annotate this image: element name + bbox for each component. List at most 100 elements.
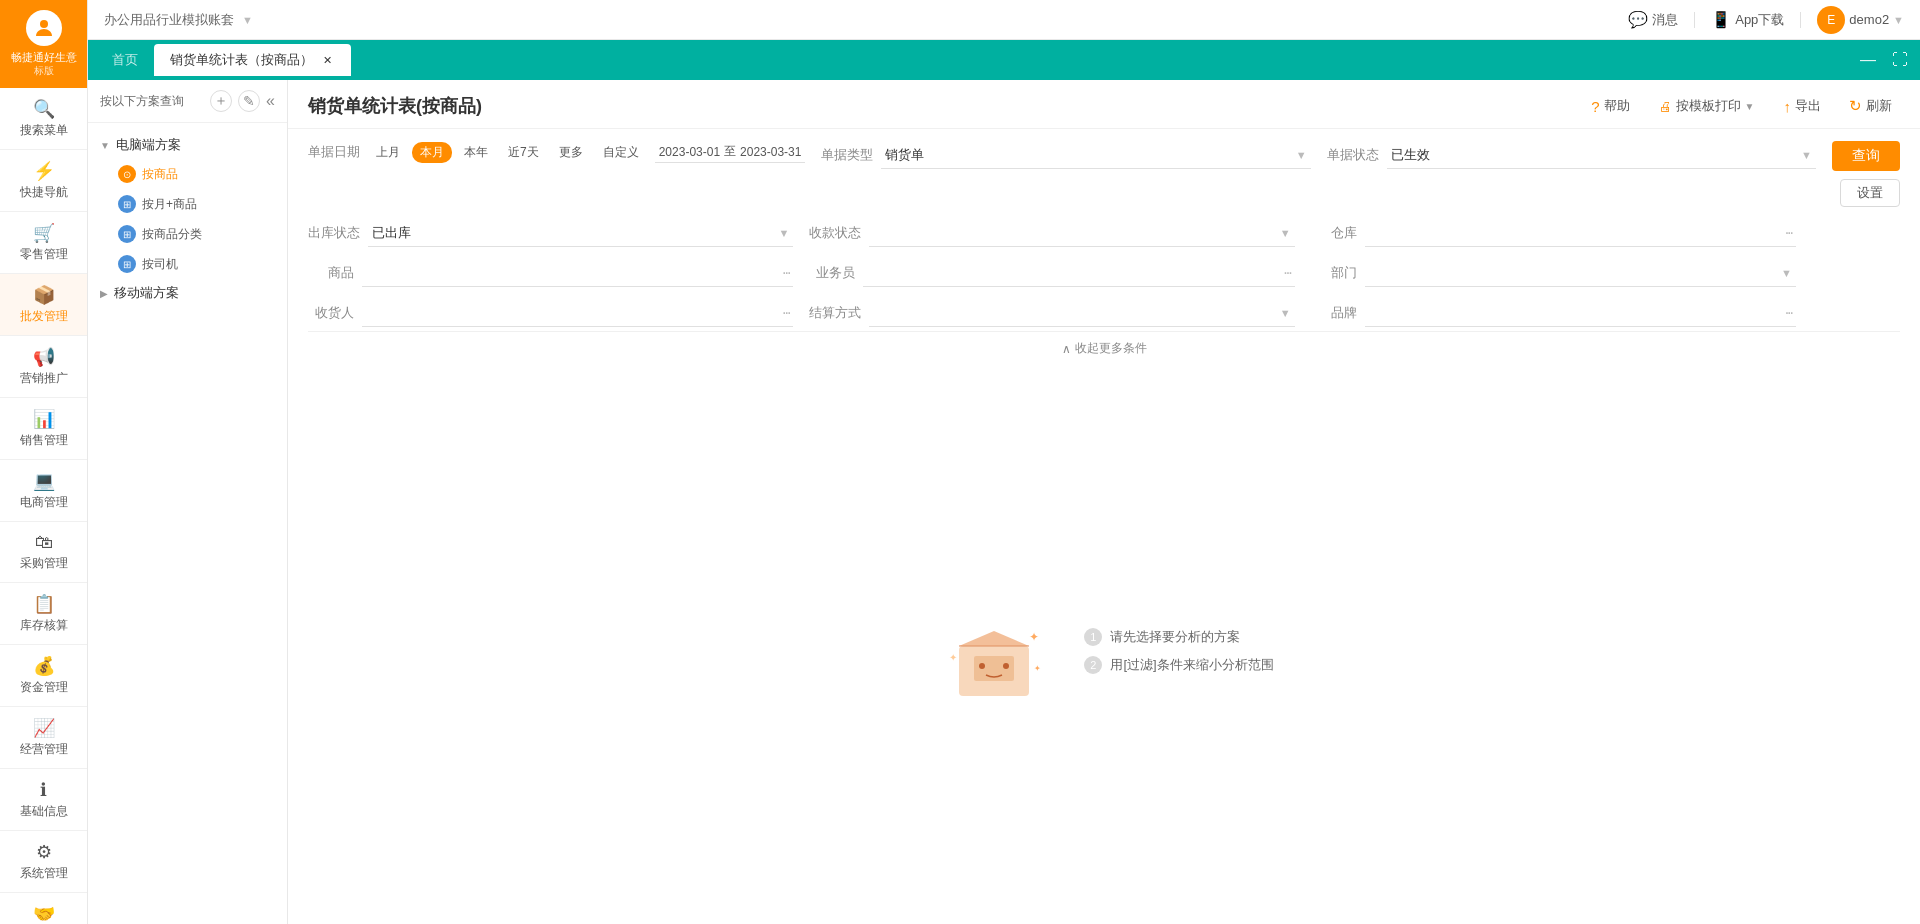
warehouse-label: 仓库 [1311,224,1357,242]
tree-collapse-icon: ▶ [100,288,108,299]
sidebar-item-sales[interactable]: 📊 销售管理 [0,398,87,460]
tree-item-by-product[interactable]: ⊙ 按商品 [88,159,287,189]
brand-select[interactable]: ··· [1365,299,1796,327]
salesman-select[interactable]: ··· [863,259,1294,287]
collapse-bar[interactable]: ∧ 收起更多条件 [308,331,1900,365]
tab-sales-report[interactable]: 销货单统计表（按商品） ✕ [154,44,351,76]
sidebar-item-purchase[interactable]: 🛍 采购管理 [0,522,87,583]
tab-close-button[interactable]: ✕ [319,52,335,68]
top-header: 办公用品行业模拟账套 ▼ 💬 消息 📱 App下载 E demo2 ▼ [88,0,1920,40]
message-button[interactable]: 💬 消息 [1628,10,1678,29]
help-icon: ? [1591,98,1599,115]
left-panel: 按以下方案查询 ＋ ✎ « ▼ 电脑端方案 ⊙ 按商品 ⊞ [88,80,288,924]
message-label: 消息 [1652,11,1678,29]
filter-area: 单据日期 上月 本月 本年 近7天 更多 自定义 2023-03-01 至 [288,129,1920,377]
tab-fullscreen-button[interactable]: ⛶ [1888,48,1912,72]
doc-status-select[interactable]: 已生效 ▼ [1387,141,1816,169]
payment-method-select[interactable]: ▼ [869,299,1294,327]
product-select[interactable]: ··· [362,259,793,287]
date-tab-last-month[interactable]: 上月 [368,142,408,163]
date-tab-more[interactable]: 更多 [551,142,591,163]
svg-marker-2 [959,631,1029,646]
svg-text:✦: ✦ [1034,664,1041,673]
tab-home[interactable]: 首页 [96,44,154,76]
tree-item-product-category[interactable]: ⊞ 按商品分类 [88,219,287,249]
receiver-select[interactable]: ··· [362,299,793,327]
dept-select[interactable]: ▼ [1365,259,1796,287]
date-to[interactable]: 2023-03-31 [740,145,801,159]
sidebar-item-marketing[interactable]: 📢 营销推广 [0,336,87,398]
app-download-icon: 📱 [1711,10,1731,29]
right-panel: 销货单统计表(按商品) ? 帮助 🖨 按模板打印 ▼ ↑ 导出 [288,80,1920,924]
date-tab-7days[interactable]: 近7天 [500,142,547,163]
print-button[interactable]: 🖨 按模板打印 ▼ [1650,92,1764,120]
print-label: 按模板打印 [1676,97,1741,115]
doc-type-select[interactable]: 销货单 ▼ [881,141,1310,169]
sidebar-item-operations[interactable]: 📈 经营管理 [0,707,87,769]
sidebar-item-label: 快捷导航 [5,184,82,201]
marketing-icon: 📢 [5,346,82,368]
sidebar-item-ecommerce[interactable]: 💻 电商管理 [0,460,87,522]
sidebar-item-label: 销售管理 [5,432,82,449]
left-panel-header: 按以下方案查询 ＋ ✎ « [88,80,287,123]
user-chevron-icon: ▼ [1893,14,1904,26]
date-tab-this-month[interactable]: 本月 [412,142,452,163]
doc-status-label: 单据状态 [1327,146,1379,164]
refresh-button[interactable]: ↻ 刷新 [1841,93,1900,119]
date-label: 单据日期 [308,143,360,161]
header-left: 办公用品行业模拟账套 ▼ [104,11,253,29]
sidebar-item-wholesale[interactable]: 📦 批发管理 [0,274,87,336]
tree-section: ▼ 电脑端方案 ⊙ 按商品 ⊞ 按月+商品 ⊞ 按商品分类 ⊞ 按司机 [88,123,287,315]
sidebar-item-finance[interactable]: 💰 资金管理 [0,645,87,707]
header-divider2 [1800,12,1801,28]
edit-plan-button[interactable]: ✎ [238,90,260,112]
tree-item-label: 按商品 [142,166,178,183]
tree-group-mobile[interactable]: ▶ 移动端方案 [88,279,287,307]
tip-num-2: 2 [1084,656,1102,674]
sidebar-item-retail[interactable]: 🛒 零售管理 [0,212,87,274]
payment-status-select[interactable]: ▼ [869,219,1294,247]
tree-expand-icon: ▼ [100,140,110,151]
date-tab-this-year[interactable]: 本年 [456,142,496,163]
sidebar-item-quick-nav[interactable]: ⚡ 快捷导航 [0,150,87,212]
panel-collapse-button[interactable]: « [266,92,275,110]
wholesale-icon: 📦 [5,284,82,306]
tree-group-label: 移动端方案 [114,284,179,302]
help-label: 帮助 [1604,97,1630,115]
sidebar-item-inventory[interactable]: 📋 库存核算 [0,583,87,645]
collapse-label: 收起更多条件 [1075,340,1147,357]
tab-minimize-button[interactable]: — [1856,48,1880,72]
help-button[interactable]: ? 帮助 [1583,93,1637,119]
app-download-button[interactable]: 📱 App下载 [1711,10,1784,29]
inventory-icon: 📋 [5,593,82,615]
out-status-select[interactable]: 已出库 ▼ [368,219,793,247]
sidebar-item-label: 搜索菜单 [5,122,82,139]
date-tab-custom[interactable]: 自定义 [595,142,647,163]
header-divider [1694,12,1695,28]
settings-button[interactable]: 设置 [1840,179,1900,207]
plan-icon-3: ⊞ [118,255,136,273]
tree-item-label: 按月+商品 [142,196,197,213]
sidebar-item-search-menu[interactable]: 🔍 搜索菜单 [0,88,87,150]
sidebar-item-label: 经营管理 [5,741,82,758]
sidebar-item-basic[interactable]: ℹ 基础信息 [0,769,87,831]
tab-sales-report-label: 销货单统计表（按商品） [170,51,313,69]
sidebar-item-system[interactable]: ⚙ 系统管理 [0,831,87,893]
svg-text:✦: ✦ [949,652,957,663]
sidebar-item-enterprise[interactable]: 🤝 企业协同 [0,893,87,924]
empty-tip-2: 2 用[过滤]条件来缩小分析范围 [1084,656,1273,674]
tree-item-label: 按司机 [142,256,178,273]
warehouse-select[interactable]: ··· [1365,219,1796,247]
query-button[interactable]: 查询 [1832,141,1900,171]
doc-status-chevron-icon: ▼ [1801,149,1812,161]
tree-item-driver[interactable]: ⊞ 按司机 [88,249,287,279]
export-button[interactable]: ↑ 导出 [1776,93,1830,119]
tree-item-month-product[interactable]: ⊞ 按月+商品 [88,189,287,219]
search-menu-icon: 🔍 [5,98,82,120]
date-from[interactable]: 2023-03-01 [659,145,720,159]
plan-icon-2: ⊞ [118,225,136,243]
add-plan-button[interactable]: ＋ [210,90,232,112]
tab-actions: — ⛶ [1856,48,1912,72]
tree-group-desktop[interactable]: ▼ 电脑端方案 [88,131,287,159]
user-menu[interactable]: E demo2 ▼ [1817,6,1904,34]
